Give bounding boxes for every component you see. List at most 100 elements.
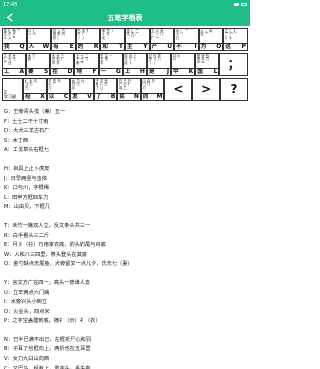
mnemonic-line: A：工戈草头右框七 <box>4 147 50 154</box>
key-radicals: 木 丁 西 <box>27 53 36 62</box>
key-letter: P <box>241 42 246 50</box>
mnemonic-group: G：王旁青头戋（兼）五一 F：土士二干十寸雨 D：大犬三羊古石厂 S：木丁西 A：工戈草… <box>4 108 246 156</box>
key-char: 地 <box>76 68 82 75</box>
mnemonic-line: I：水旁兴头小倒立 <box>4 299 48 306</box>
key-letter: K <box>188 67 194 75</box>
key-radicals: 山 由 贝 冂 几 ⺆ <box>142 78 155 90</box>
mnemonic-line: L：田甲方框四车力 <box>4 194 49 201</box>
key-char: 是 <box>148 68 155 75</box>
keyboard-row-2: 工 戈 廾 匚 七 弋 艹 廿工A木 丁 西要S大 犬 三 古 石 厂 羊 ⺸在… <box>2 53 248 76</box>
mnemonic-line: P：之字宝盖建到底，摘礻（示）衤（衣） <box>4 318 101 325</box>
radical-key: 纟 幺 弓 彐 匕 ⺕经 X <box>23 78 47 101</box>
key-radicals: 言 讠 亠 文 方 广 丶 乛 <box>126 28 139 40</box>
mnemonic-line: D：大犬三羊古石厂 <box>4 128 50 135</box>
key-footer: 以C <box>47 93 70 100</box>
mnemonic-line: R：白手看头三二斤 <box>4 232 50 239</box>
radical-key: 言 讠 亠 文 方 广 丶 乛主Y <box>124 28 150 51</box>
status-bar: 17:45 <box>0 0 250 9</box>
key-char: 工 <box>4 68 10 75</box>
key-footer: 地F <box>75 67 98 75</box>
radical-key: 目 且 上 止 卜 丨 虍 ⺊上 H <box>122 53 147 76</box>
key-footer: 上H <box>123 67 146 75</box>
key-char: 发 <box>72 93 78 100</box>
key-footer: 人W <box>27 42 51 50</box>
key-radicals: 又 巴 马 厶 ⺈ ⺆ <box>48 78 61 90</box>
key-radicals: 水 氵 ⺌ 小 ⺍ 㔾 <box>175 28 188 40</box>
mnemonic-line: M：山由贝，下框几 <box>4 204 50 211</box>
mnemonic-line: Y：言文方广在四一，高头一捺谁人去 <box>4 279 91 286</box>
key-letter: B <box>110 92 116 100</box>
radical-key: 女 刀 九 臼 彐 巛发V <box>70 78 94 101</box>
key-letter: V <box>87 92 92 100</box>
key-letter: H <box>139 67 145 75</box>
back-button[interactable] <box>5 12 16 23</box>
symbol-key: > <box>192 78 221 101</box>
key-char: 不 <box>176 43 182 50</box>
radical-key: 之 辶 廴 宀 冖 礻 衤这 P <box>223 28 248 51</box>
mnemonic-list: G：王旁青头戋（兼）五一 F：土士二干十寸雨 D：大犬三羊古石厂 S：木丁西 A：工戈草… <box>0 105 250 369</box>
key-radicals: 大 犬 三 古 石 厂 羊 ⺸ <box>51 53 65 65</box>
symbol-key: ? <box>220 78 248 101</box>
mnemonic-line: U：立辛两点六门病 <box>4 289 50 296</box>
radical-key: 又 巴 马 厶 ⺈ ⺆以 C <box>46 78 71 101</box>
mnemonic-line: G：王旁青头戋（兼）五一 <box>4 109 66 115</box>
mnemonic-line: E：月彡（衫）乃用家衣底，豹头豹尾与舟底 <box>4 242 106 249</box>
key-footer: 在D <box>51 67 74 75</box>
key-radicals: 纟 幺 弓 彐 匕 ⺕ <box>24 78 38 90</box>
mnemonic-line: F：土士二干十寸雨 <box>4 118 49 125</box>
key-letter: G <box>115 67 121 75</box>
key-radicals: 子 孑 也 耳 卩 已 了 凵 <box>95 78 108 90</box>
key-char: 这 <box>225 43 231 50</box>
key-char: 产 <box>151 43 158 50</box>
key-letter: U <box>167 42 173 50</box>
key-char: 的 <box>77 43 84 50</box>
status-time: 17:45 <box>3 1 18 8</box>
mnemonic-line: K：口与川，字根稀 <box>4 185 49 192</box>
radical-key: 山 由 贝 冂 几 ⺆同 M <box>140 78 165 101</box>
key-radicals: 目 且 上 止 卜 丨 虍 ⺊ <box>124 53 137 65</box>
key-letter: W <box>42 42 50 50</box>
key-footer: 有E <box>52 43 75 50</box>
key-footer: 工A <box>3 67 26 75</box>
key-letter: A <box>19 67 25 75</box>
key-footer: 发V <box>71 93 93 100</box>
key-char: 有 <box>53 43 59 50</box>
radical-key: 已 己 巳 尸 心 忄 羽 乙民N <box>117 78 141 101</box>
key-letter: S <box>43 67 49 75</box>
radical-key: 大 犬 三 古 石 厂 羊 ⺸在 D <box>50 53 75 76</box>
key-char: 为 <box>200 43 207 50</box>
key-radicals: 火 灬 米 业 ⺌ <box>200 28 213 37</box>
key-radicals: 立 六 辛 冫 丬 门 疒 䒑 <box>151 28 164 40</box>
back-arrow-icon <box>6 13 13 22</box>
radical-key: 木 丁 西要S <box>26 53 51 76</box>
key-radicals: 之 辶 廴 宀 冖 礻 衤 <box>224 28 238 40</box>
key-char: 一 <box>100 68 107 75</box>
key-footer: 国L <box>196 68 219 75</box>
page-title: 五笔字根表 <box>107 13 143 22</box>
key-letter: X <box>40 92 45 100</box>
key-letter: T <box>118 42 123 50</box>
radical-key: 田 甲 四 皿 车 力 罒 ⺲国 L <box>195 53 220 76</box>
radical-key: 金 钅 鱼 ⺈ 儿 夕 㐅 人 乂 ⺧我 Q <box>2 28 27 51</box>
radical-key: 白 手 扌 斤 ⺁ 丿 丿的R <box>75 28 101 51</box>
radical-keyboard: 金 钅 鱼 ⺈ 儿 夕 㐅 人 乂 ⺧我 Q 人 亻 八 癶 丶人W月 彡 乃 用 … <box>0 26 250 105</box>
mnemonic-line: H：目具上止卜虎皮 <box>4 165 50 172</box>
mnemonic-group: T：禾竹一撇双人立，反文条头共三一 R：白手看头三二斤 E：月彡（衫）乃用家衣底，豹… <box>4 222 246 270</box>
key-char: 了 <box>95 93 102 100</box>
key-radicals: 白 手 扌 斤 ⺁ 丿 丿 <box>77 28 90 40</box>
key-footer: 中K <box>172 67 195 75</box>
key-letter: Q <box>19 42 25 50</box>
app-bar: 五笔字根表 <box>0 9 250 26</box>
key-char: 中 <box>173 68 179 75</box>
radical-key: 子 孑 也 耳 卩 已 了 凵了 B <box>93 78 118 101</box>
key-letter: F <box>92 67 97 75</box>
key-radicals: 已 己 巳 尸 心 忄 羽 乙 <box>118 78 132 90</box>
mnemonic-line: V：女刀九臼山向西 <box>4 356 50 363</box>
key-radicals: 王 主 一 五 戋 丰 <box>100 53 113 65</box>
key-radicals: 女 刀 九 臼 彐 巛 <box>71 78 85 90</box>
learn-key-label: Z 学习键 <box>2 78 24 101</box>
key-letter: D <box>67 67 73 75</box>
key-letter: E <box>69 42 74 50</box>
mnemonic-line: O：火业头，四点米 <box>4 308 50 315</box>
key-char: 国 <box>197 68 203 75</box>
